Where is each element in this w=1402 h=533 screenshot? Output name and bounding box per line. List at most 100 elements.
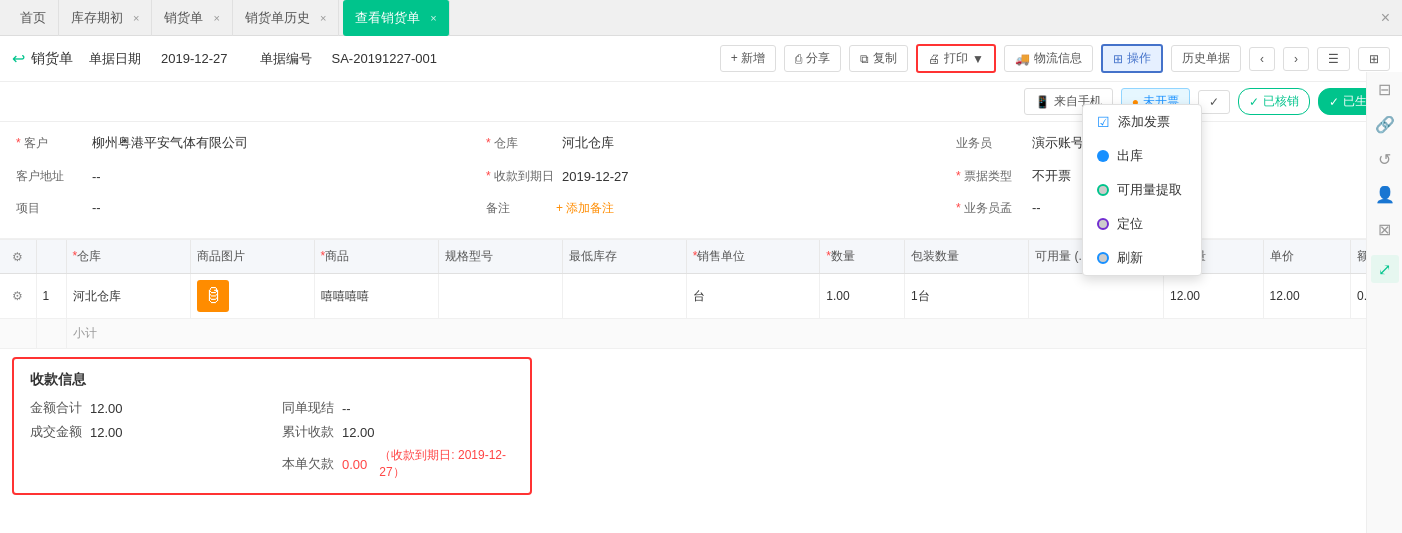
sidebar-icon-3[interactable]: ↺ <box>1378 150 1391 169</box>
add-note-button[interactable]: + 添加备注 <box>556 200 614 217</box>
check3-icon: ✓ <box>1329 95 1339 109</box>
cumulative-value: 12.00 <box>342 425 375 440</box>
ticket-type-label: 票据类型 <box>956 168 1026 185</box>
list-view-button[interactable]: ☰ <box>1317 47 1350 71</box>
grid-icon: ⊞ <box>1113 52 1123 66</box>
project-label: 项目 <box>16 200 86 217</box>
current-due-label: 本单欠款 <box>282 455 334 473</box>
ticket-type-value[interactable]: 不开票 <box>1026 165 1077 188</box>
transaction-amount-row: 成交金额 12.00 <box>30 423 262 441</box>
warehouse-value[interactable]: 河北仓库 <box>556 132 620 155</box>
operations-button[interactable]: ⊞ 操作 <box>1101 44 1163 73</box>
col-minstock: 最低库存 <box>562 240 686 274</box>
col-image: 商品图片 <box>190 240 314 274</box>
tab-history-close[interactable]: × <box>320 12 326 24</box>
confirm-btn[interactable]: ✓ <box>1198 90 1230 114</box>
staff-value[interactable]: 演示账号 <box>1026 132 1090 155</box>
customer-label: 客户 <box>16 135 86 152</box>
col-gear[interactable]: ⚙ <box>0 240 36 274</box>
row-available[interactable] <box>1029 274 1164 319</box>
row-stock[interactable]: 12.00 <box>1163 274 1263 319</box>
total-amount-row: 金额合计 12.00 <box>30 399 262 417</box>
tab-sales-label: 销货单 <box>164 9 203 27</box>
tab-sales-history[interactable]: 销货单历史 × <box>233 0 339 36</box>
row-qty[interactable]: 1.00 <box>820 274 905 319</box>
table-row: ⚙ 1 河北仓库 🛢 嘻嘻嘻嘻 台 1.00 1台 12.00 12.00 0. <box>0 274 1402 319</box>
total-amount-value: 12.00 <box>90 401 123 416</box>
print-dropdown-icon: ▼ <box>972 52 984 66</box>
row-spec[interactable] <box>438 274 562 319</box>
due-date-value[interactable]: 2019-12-27 <box>556 167 635 187</box>
dropdown-available-qty[interactable]: 可用量提取 <box>1083 173 1201 207</box>
window-close-icon[interactable]: × <box>1381 9 1390 27</box>
cumulative-label: 累计收款 <box>282 423 334 441</box>
same-order-value: -- <box>342 401 351 416</box>
next-button[interactable]: › <box>1283 47 1309 71</box>
col-unitprice: 单价 <box>1263 240 1351 274</box>
tab-home[interactable]: 首页 <box>8 0 59 36</box>
check-icon: ✓ <box>1209 95 1219 109</box>
subtotal-text: 小计 <box>66 319 1402 349</box>
grid-view-button[interactable]: ⊞ <box>1358 47 1390 71</box>
project-value[interactable]: -- <box>86 198 107 218</box>
customer-field: 客户 柳州粤港平安气体有限公司 <box>16 132 446 155</box>
share-button[interactable]: ⎙ 分享 <box>784 45 841 72</box>
tab-view-label: 查看销货单 <box>355 9 420 27</box>
sidebar-icon-2[interactable]: 🔗 <box>1375 115 1395 134</box>
tab-sales-order[interactable]: 销货单 × <box>152 0 232 36</box>
payment-info-section: 收款信息 金额合计 12.00 同单现结 -- 成交金额 12.00 累计收款 … <box>12 357 532 495</box>
dropdown-locate[interactable]: 定位 <box>1083 207 1201 241</box>
biz-staff-label: 业务员孟 <box>956 200 1026 217</box>
payment-info-title: 收款信息 <box>30 371 514 389</box>
transaction-amount-label: 成交金额 <box>30 423 82 441</box>
tab-sales-close[interactable]: × <box>213 12 219 24</box>
dropdown-add-invoice[interactable]: ☑ 添加发票 <box>1083 105 1201 139</box>
subtotal-gear <box>0 319 36 349</box>
warehouse-field: 仓库 河北仓库 <box>486 132 916 155</box>
print-button[interactable]: 🖨 打印 ▼ <box>916 44 996 73</box>
row-gear[interactable]: ⚙ <box>0 274 36 319</box>
right-sidebar: ⊟ 🔗 ↺ 👤 ⊠ ⤢ <box>1366 72 1402 533</box>
dropdown-warehouse-out[interactable]: 出库 <box>1083 139 1201 173</box>
logistics-button[interactable]: 🚚 物流信息 <box>1004 45 1093 72</box>
biz-staff-value[interactable]: -- <box>1026 198 1047 218</box>
current-due-value: 0.00 <box>342 457 367 472</box>
address-value[interactable]: -- <box>86 167 107 187</box>
tab-bar: 首页 库存期初 × 销货单 × 销货单历史 × 查看销货单 × × <box>0 0 1402 36</box>
sidebar-icon-4[interactable]: 👤 <box>1375 185 1395 204</box>
doc-title-section: ↩ 销货单 <box>12 49 73 68</box>
row-minstock[interactable] <box>562 274 686 319</box>
customer-value[interactable]: 柳州粤港平安气体有限公司 <box>86 132 254 155</box>
prev-button[interactable]: ‹ <box>1249 47 1275 71</box>
row-unitprice[interactable]: 12.00 <box>1263 274 1351 319</box>
tab-inventory-init[interactable]: 库存期初 × <box>59 0 152 36</box>
row-num: 1 <box>36 274 66 319</box>
doc-date-label: 单据日期 <box>89 50 141 68</box>
row-unit[interactable]: 台 <box>686 274 820 319</box>
same-order-label: 同单现结 <box>282 399 334 417</box>
doc-number-label: 单据编号 <box>260 50 312 68</box>
row-warehouse[interactable]: 河北仓库 <box>66 274 190 319</box>
tab-view-close[interactable]: × <box>430 12 436 24</box>
sidebar-icon-1[interactable]: ⊟ <box>1378 80 1391 99</box>
note-field: 备注 + 添加备注 <box>486 200 916 217</box>
tab-inventory-close[interactable]: × <box>133 12 139 24</box>
col-unit: *销售单位 <box>686 240 820 274</box>
sidebar-icon-5[interactable]: ⊠ <box>1378 220 1391 239</box>
doc-actions: + 新增 ⎙ 分享 ⧉ 复制 🖨 打印 ▼ 🚚 物流信息 ⊞ 操作 <box>720 44 1390 73</box>
row-product[interactable]: 嘻嘻嘻嘻 <box>314 274 438 319</box>
check2-icon: ✓ <box>1249 95 1259 109</box>
current-due-row: 本单欠款 0.00 （收款到期日: 2019-12-27） <box>282 447 514 481</box>
history-button[interactable]: 历史单据 <box>1171 45 1241 72</box>
sidebar-icon-expand[interactable]: ⤢ <box>1371 255 1399 283</box>
col-rownum <box>36 240 66 274</box>
tab-view-sales[interactable]: 查看销货单 × <box>343 0 449 36</box>
dropdown-refresh[interactable]: 刷新 <box>1083 241 1201 275</box>
sold-out-btn[interactable]: ✓ 已核销 <box>1238 88 1310 115</box>
row-pkgqty[interactable]: 1台 <box>905 274 1029 319</box>
radio-dot-2 <box>1097 184 1109 196</box>
current-due-note: （收款到期日: 2019-12-27） <box>379 447 514 481</box>
copy-button[interactable]: ⧉ 复制 <box>849 45 908 72</box>
new-button[interactable]: + 新增 <box>720 45 776 72</box>
doc-type-label: 销货单 <box>31 50 73 68</box>
